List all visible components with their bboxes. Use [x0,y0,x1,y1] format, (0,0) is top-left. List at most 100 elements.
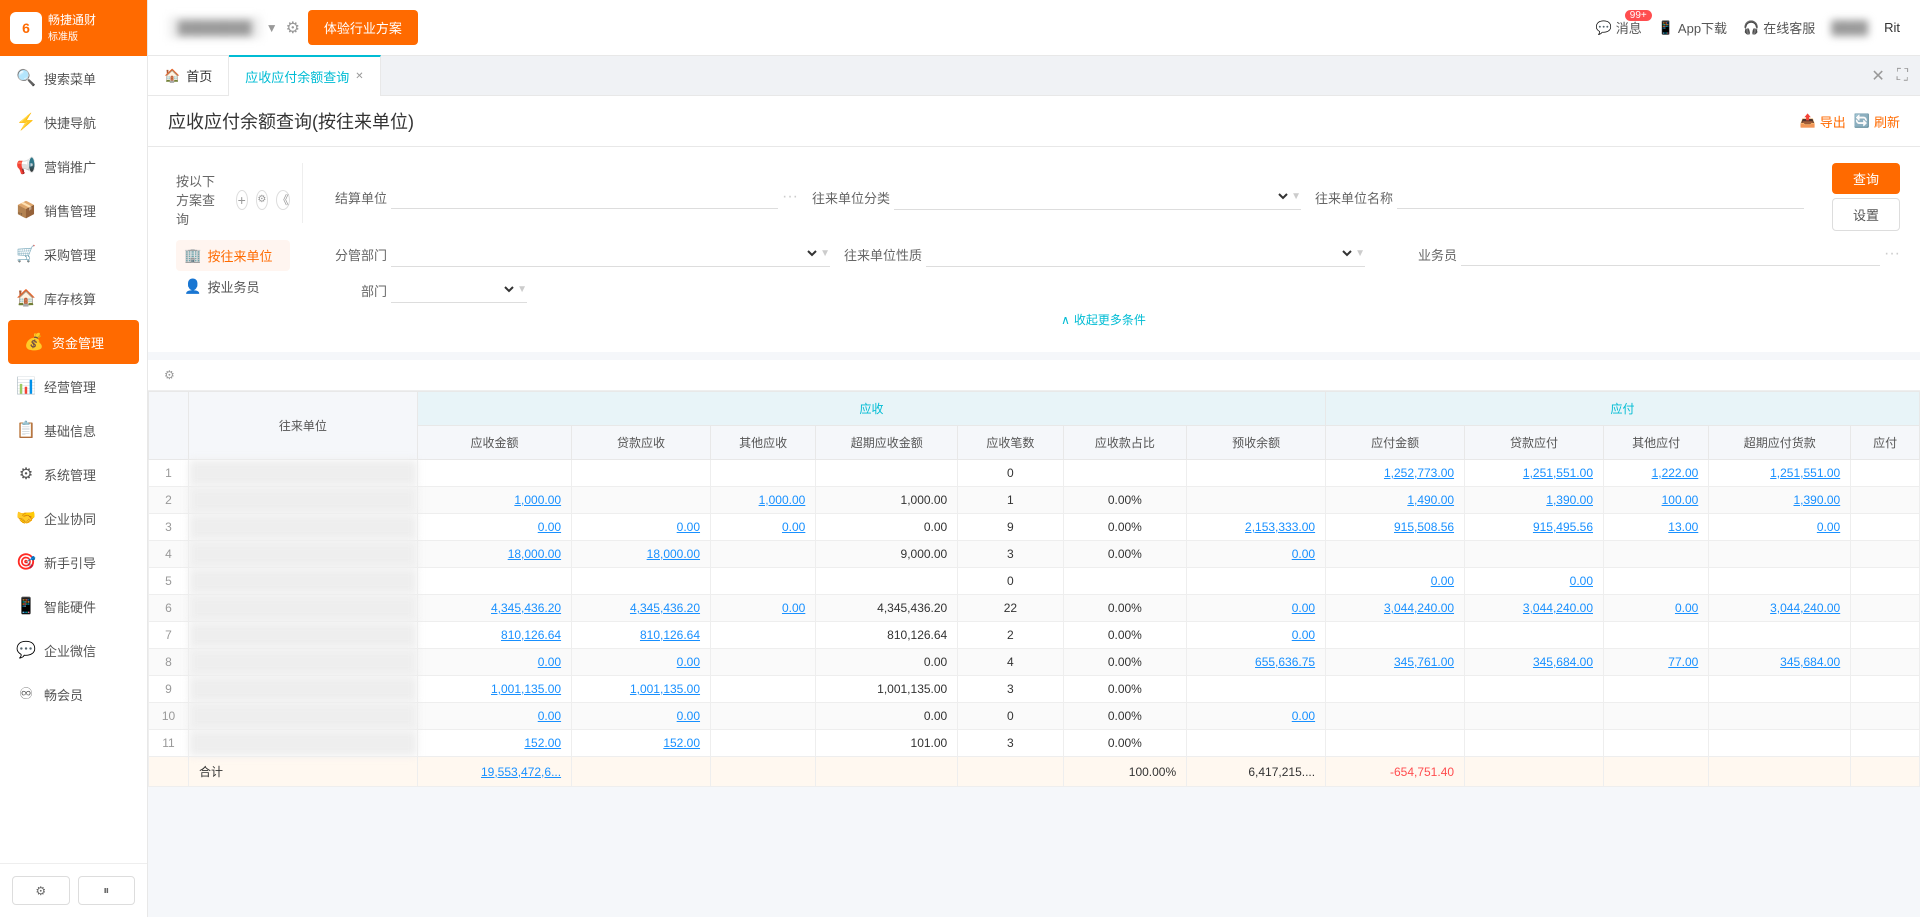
row-ar-amt: 18,000.00 [417,541,571,568]
total-ap-loan [1465,757,1604,787]
row-ar-other [711,676,816,703]
sales-icon: 📦 [16,200,36,220]
unit-nature-select[interactable] [926,241,1355,266]
export-btn[interactable]: 📤 导出 [1800,112,1846,131]
row-ar-overdue [816,460,958,487]
row-ar-amt: 810,126.64 [417,622,571,649]
sidebar-item-member[interactable]: ♾ 畅会员 [0,672,147,716]
field-settlement-input[interactable] [391,185,778,209]
row-ar-amt [417,568,571,595]
sidebar-item-shortcut[interactable]: ⚡ 快捷导航 [0,100,147,144]
total-ar-overdue [816,757,958,787]
unit-category-select-wrapper[interactable]: ▼ [894,184,1301,210]
row-ar-other [711,460,816,487]
unit-category-select[interactable] [894,184,1291,209]
field-salesman-input[interactable] [1461,242,1880,266]
main-area: ████████ ▼ ⚙ 体验行业方案 💬 消息 99+ 📱 App下载 🎧 在… [148,0,1920,917]
tab-home-label: 首页 [186,66,212,85]
field-unit-name-input[interactable] [1397,185,1804,209]
guide-icon: 🎯 [16,552,36,572]
close-icon[interactable]: ✕ [355,71,363,82]
tab-ar-ap[interactable]: 应收应付余额查询 ✕ [229,55,380,96]
row-ar-amt: 0.00 [417,649,571,676]
sidebar-item-purchase[interactable]: 🛒 采购管理 [0,232,147,276]
dept-select-wrapper[interactable]: ▼ [391,277,527,303]
col-partner: 往来单位 [189,392,418,460]
row-ap-overdue: 345,684.00 [1709,649,1851,676]
row-num: 1 [149,460,189,487]
sidebar-item-guide[interactable]: 🎯 新手引导 [0,540,147,584]
sidebar-item-marketing[interactable]: 📢 营销推广 [0,144,147,188]
row-ar-overdue: 0.00 [816,703,958,730]
online-service-btn[interactable]: 🎧 在线客服 [1743,18,1815,37]
app-download-btn[interactable]: 📱 App下载 [1658,18,1727,37]
dept-manager-select-wrapper[interactable]: ▼ [391,241,830,267]
dots-icon-1[interactable]: ··· [782,188,798,206]
filter-add-btn[interactable]: + [236,190,248,210]
gear-icon[interactable]: ⚙ [286,18,300,38]
sidebar-item-search[interactable]: 🔍 搜索菜单 [0,56,147,100]
field-dept-manager-label: 分管部门 [307,245,387,264]
export-icon: 📤 [1800,113,1816,129]
field-dept-manager: 分管部门 ▼ [307,241,830,267]
filter-collapse-btn[interactable]: 《 [276,190,290,210]
msg-btn[interactable]: 💬 消息 99+ [1596,18,1642,37]
close-window-btn[interactable]: ✕ [1867,62,1888,90]
row-ar-loan: 810,126.64 [572,622,711,649]
unit-nature-select-wrapper[interactable]: ▼ [926,241,1365,267]
tab-home[interactable]: 🏠 首页 [148,56,229,95]
row-ar-count: 2 [958,622,1063,649]
sidebar-item-inventory[interactable]: 🏠 库存核算 [0,276,147,320]
row-ap-loan: 1,251,551.00 [1465,460,1604,487]
page-header: 应收应付余额查询(按往来单位) 📤 导出 🔄 刷新 [148,96,1920,147]
dots-icon-2[interactable]: ··· [1884,245,1900,263]
sidebar-item-operations[interactable]: 📊 经营管理 [0,364,147,408]
filter-fields: 结算单位 ··· 往来单位分类 ▼ [307,163,1900,336]
row-ap-amt: 1,252,773.00 [1326,460,1465,487]
row-ar-pct: 0.00% [1063,595,1187,622]
collapse-icon: ∧ [1061,313,1070,327]
collapse-button[interactable]: ⏸ [78,876,136,905]
filter-view-unit[interactable]: 🏢 按往来单位 [176,240,290,271]
row-num: 9 [149,676,189,703]
row-ap-amt [1326,703,1465,730]
filter-settings-btn[interactable]: ⚙ [256,190,268,210]
row-ap-extra [1851,703,1920,730]
collapse-btn[interactable]: ∧ 收起更多条件 [307,303,1900,336]
row-ar-pct: 0.00% [1063,730,1187,757]
col-group-ar: 应收 [417,392,1325,426]
dept-manager-select[interactable] [391,241,820,266]
row-ap-extra [1851,649,1920,676]
sidebar-item-basic-info[interactable]: 📋 基础信息 [0,408,147,452]
sidebar-item-finance[interactable]: 💰 资金管理 [8,320,139,364]
settings-button[interactable]: ⚙ [12,876,70,905]
hardware-icon: 📱 [16,596,36,616]
col-ar-other: 其他应收 [711,426,816,460]
user-info[interactable]: ████ [1831,20,1868,35]
row-partner: ████████ [189,460,418,487]
tab-bar: 🏠 首页 应收应付余额查询 ✕ ✕ ⛶ [148,56,1920,96]
refresh-btn[interactable]: 🔄 刷新 [1854,112,1900,131]
table-settings-icon[interactable]: ⚙ [164,368,175,382]
row-ap-overdue [1709,730,1851,757]
trial-btn[interactable]: 体验行业方案 [308,10,418,45]
row-ap-other: 0.00 [1604,595,1709,622]
row-ap-other: 13.00 [1604,514,1709,541]
setting-btn[interactable]: 设置 [1832,198,1900,231]
row-ap-loan: 0.00 [1465,568,1604,595]
dept-select[interactable] [391,277,517,302]
sidebar-item-system[interactable]: ⚙ 系统管理 [0,452,147,496]
row-ap-other [1604,730,1709,757]
sidebar-item-collab[interactable]: 🤝 企业协同 [0,496,147,540]
table-row: 8 ████████ 0.00 0.00 0.00 4 0.00% 655,63… [149,649,1920,676]
query-btn[interactable]: 查询 [1832,163,1900,194]
header-right: 💬 消息 99+ 📱 App下载 🎧 在线客服 ████ Rit [1596,18,1900,37]
table-row: 2 ████████ 1,000.00 1,000.00 1,000.00 1 … [149,487,1920,514]
sidebar-item-hardware[interactable]: 📱 智能硬件 [0,584,147,628]
filter-view-salesman[interactable]: 👤 按业务员 [176,271,290,302]
salesman-icon: 👤 [184,278,201,295]
sidebar-label-marketing: 营销推广 [44,157,96,176]
maximize-btn[interactable]: ⛶ [1893,63,1912,89]
sidebar-item-wechat[interactable]: 💬 企业微信 [0,628,147,672]
sidebar-item-sales[interactable]: 📦 销售管理 [0,188,147,232]
